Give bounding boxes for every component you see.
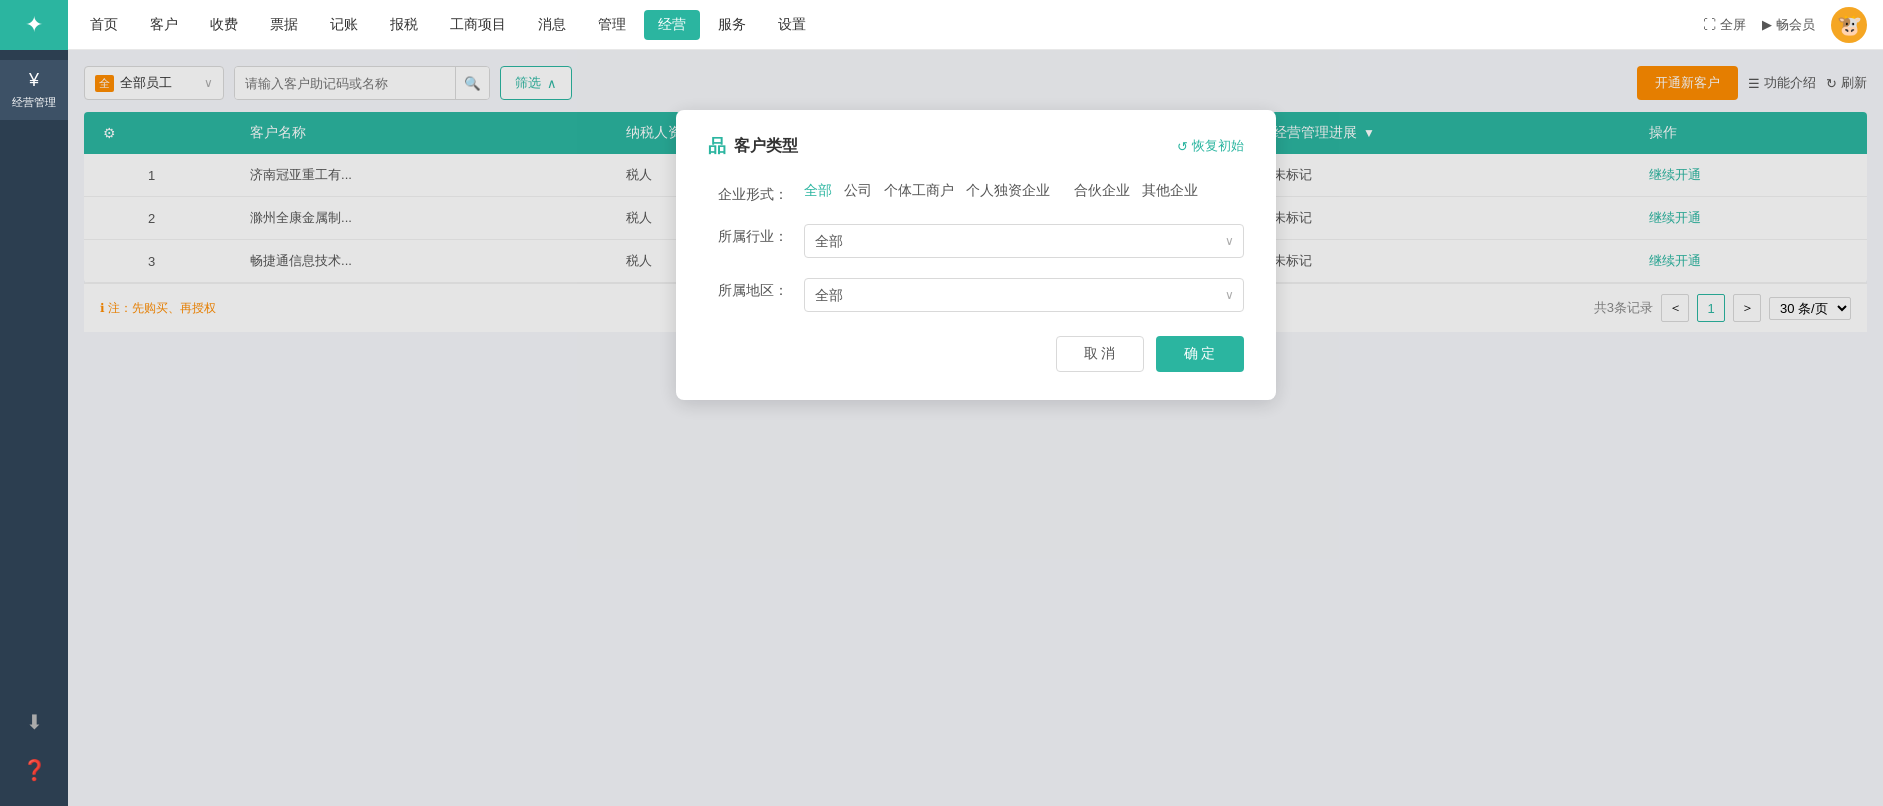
dialog-title-text: 客户类型 — [734, 136, 798, 157]
industry-label: 所属行业： — [708, 224, 788, 246]
nav-item-customer[interactable]: 客户 — [136, 10, 192, 40]
industry-select[interactable]: 全部 — [804, 224, 1244, 258]
nav-item-message[interactable]: 消息 — [524, 10, 580, 40]
nav-item-service[interactable]: 服务 — [704, 10, 760, 40]
dialog-actions: 取 消 确 定 — [708, 336, 1244, 372]
dialog-header: 品 客户类型 ↺ 恢复初始 — [708, 134, 1244, 158]
type-other[interactable]: 其他企业 — [1142, 182, 1198, 200]
enterprise-types: 全部 公司 个体工商户 个人独资企业 合伙企业 其他企业 — [804, 182, 1244, 200]
nav-items: 首页 客户 收费 票据 记账 报税 工商项目 消息 管理 经营 服务 设置 — [76, 10, 1703, 40]
vip-icon: ▶ — [1762, 17, 1772, 32]
type-individual[interactable]: 个体工商户 — [884, 182, 954, 200]
fullscreen-icon: ⛶ — [1703, 17, 1716, 32]
type-company[interactable]: 公司 — [844, 182, 872, 200]
type-partnership[interactable]: 合伙企业 — [1074, 182, 1130, 200]
confirm-button[interactable]: 确 定 — [1156, 336, 1244, 372]
dialog-title-icon: 品 — [708, 134, 726, 158]
vip-label: 畅会员 — [1776, 16, 1815, 34]
yuan-icon: ¥ — [29, 70, 39, 91]
region-select[interactable]: 全部 — [804, 278, 1244, 312]
nav-item-home[interactable]: 首页 — [76, 10, 132, 40]
cancel-button[interactable]: 取 消 — [1056, 336, 1144, 372]
vip-button[interactable]: ▶ 畅会员 — [1762, 16, 1815, 34]
help-icon[interactable]: ❓ — [14, 750, 55, 790]
industry-content: 全部 ∨ — [804, 224, 1244, 258]
nav-item-business[interactable]: 工商项目 — [436, 10, 520, 40]
top-nav: ✦ 首页 客户 收费 票据 记账 报税 工商项目 消息 管理 经营 服务 设置 … — [0, 0, 1883, 50]
nav-item-bills[interactable]: 票据 — [256, 10, 312, 40]
overlay: 品 客户类型 ↺ 恢复初始 企业形式： 全部 公司 个体工商户 个人独资企业 合… — [68, 50, 1883, 806]
nav-right: ⛶ 全屏 ▶ 畅会员 🐮 — [1703, 7, 1867, 43]
dialog-title: 品 客户类型 — [708, 134, 798, 158]
enterprise-type-list: 全部 公司 个体工商户 个人独资企业 合伙企业 其他企业 — [804, 182, 1244, 200]
reset-icon: ↺ — [1177, 139, 1188, 154]
nav-item-bookkeeping[interactable]: 记账 — [316, 10, 372, 40]
type-all[interactable]: 全部 — [804, 182, 832, 200]
sidebar-item-operation[interactable]: ¥ 经营管理 — [0, 60, 68, 120]
region-row: 所属地区： 全部 ∨ — [708, 278, 1244, 312]
sidebar-item-label: 经营管理 — [12, 95, 56, 110]
sidebar-bottom: ⬇ ❓ — [0, 702, 68, 806]
nav-item-manage[interactable]: 管理 — [584, 10, 640, 40]
sidebar: ¥ 经营管理 ⬇ ❓ — [0, 50, 68, 806]
dialog-reset-button[interactable]: ↺ 恢复初始 — [1177, 137, 1244, 155]
type-sole[interactable]: 个人独资企业 — [966, 182, 1050, 200]
nav-item-tax[interactable]: 报税 — [376, 10, 432, 40]
logo-icon: ✦ — [25, 12, 43, 38]
reset-label: 恢复初始 — [1192, 137, 1244, 155]
download-icon[interactable]: ⬇ — [18, 702, 51, 742]
fullscreen-label: 全屏 — [1720, 16, 1746, 34]
region-select-wrapper: 全部 ∨ — [804, 278, 1244, 312]
region-label: 所属地区： — [708, 278, 788, 300]
filter-dialog: 品 客户类型 ↺ 恢复初始 企业形式： 全部 公司 个体工商户 个人独资企业 合… — [676, 110, 1276, 400]
industry-select-wrapper: 全部 ∨ — [804, 224, 1244, 258]
nav-item-operation[interactable]: 经营 — [644, 10, 700, 40]
nav-item-settings[interactable]: 设置 — [764, 10, 820, 40]
enterprise-form-label: 企业形式： — [708, 182, 788, 204]
enterprise-form-row: 企业形式： 全部 公司 个体工商户 个人独资企业 合伙企业 其他企业 — [708, 182, 1244, 204]
industry-row: 所属行业： 全部 ∨ — [708, 224, 1244, 258]
logo-area: ✦ — [0, 0, 68, 50]
region-content: 全部 ∨ — [804, 278, 1244, 312]
avatar[interactable]: 🐮 — [1831, 7, 1867, 43]
nav-item-fees[interactable]: 收费 — [196, 10, 252, 40]
fullscreen-button[interactable]: ⛶ 全屏 — [1703, 16, 1746, 34]
